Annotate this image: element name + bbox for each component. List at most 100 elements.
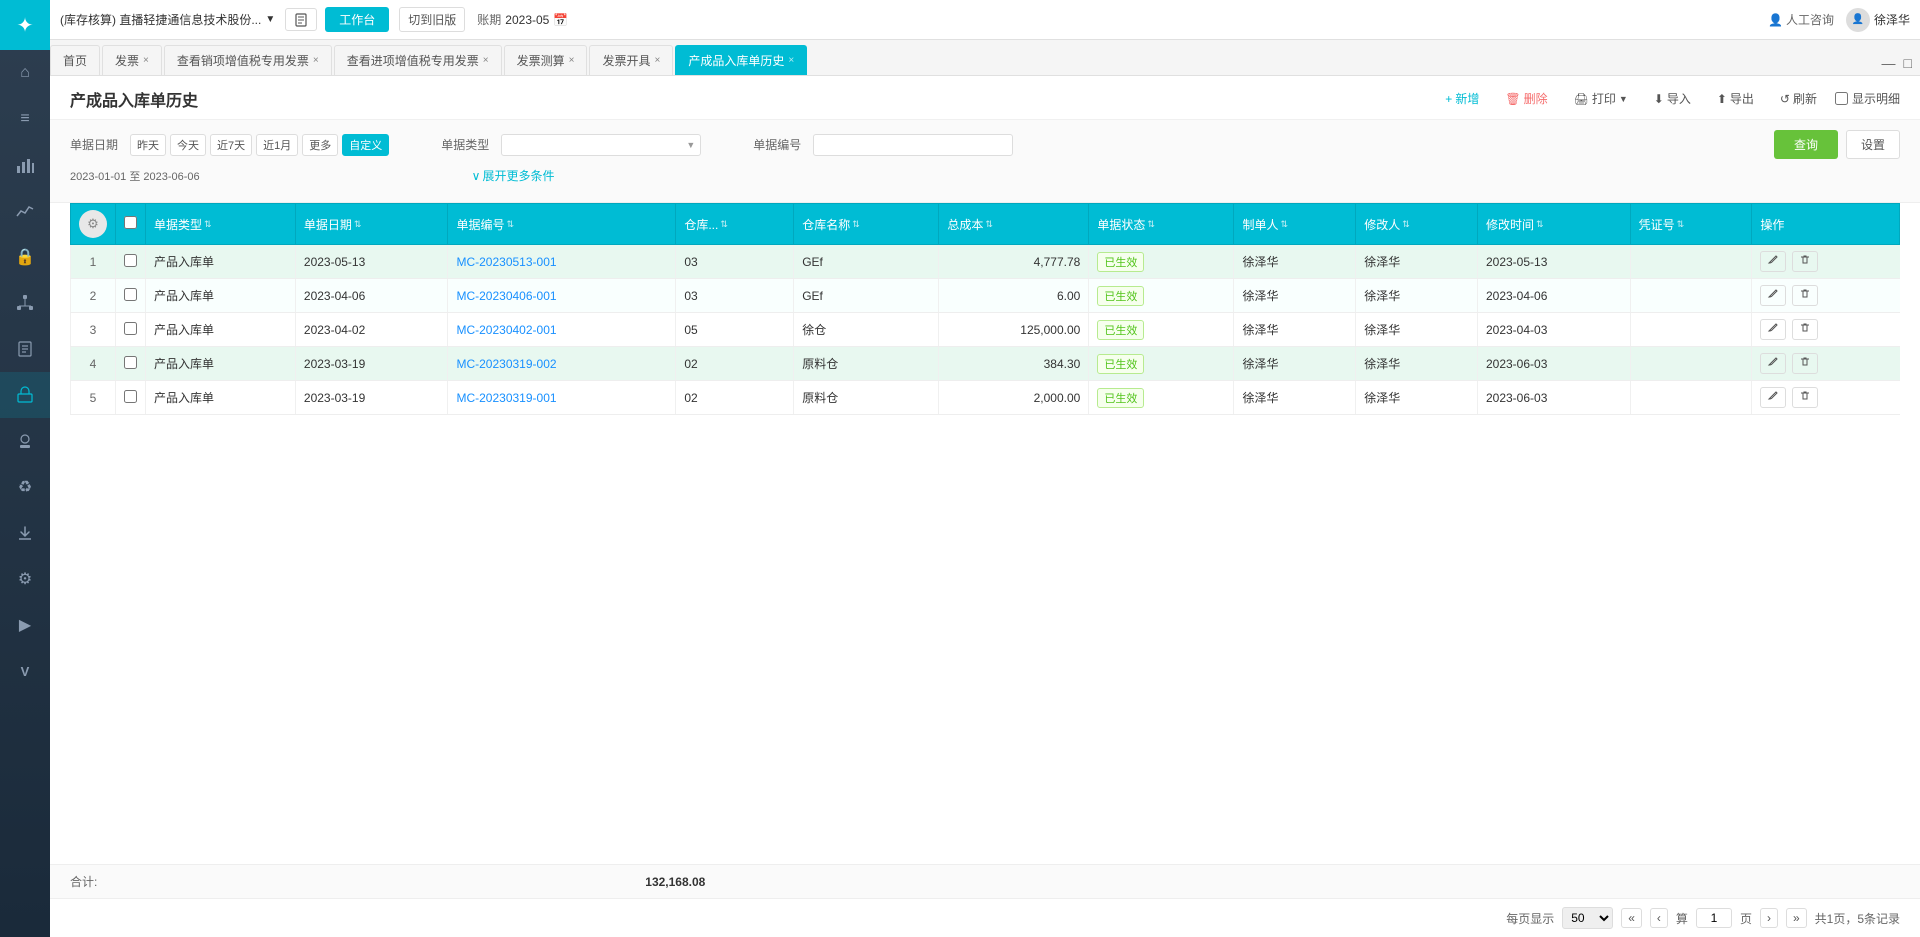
- row-checkbox[interactable]: [124, 288, 137, 301]
- tab-vat-purchase-close[interactable]: ×: [483, 55, 489, 66]
- row-checkbox[interactable]: [124, 356, 137, 369]
- tab-vat-sales[interactable]: 查看销项增值税专用发票 ×: [164, 45, 332, 75]
- refresh-button[interactable]: ↺ 刷新: [1772, 86, 1825, 111]
- import-button[interactable]: ⬇ 导入: [1646, 86, 1699, 111]
- row-edit-btn[interactable]: [1760, 251, 1786, 272]
- date-1month-btn[interactable]: 近1月: [256, 134, 298, 156]
- row-edit-btn[interactable]: [1760, 319, 1786, 340]
- per-page-select[interactable]: 50 100: [1562, 907, 1613, 929]
- tab-invoice-open[interactable]: 发票开具 ×: [589, 45, 673, 75]
- period-selector[interactable]: 账期 2023-05 📅: [477, 11, 568, 28]
- col-settings[interactable]: ⚙: [71, 204, 116, 245]
- row-checkbox-cell[interactable]: [116, 313, 146, 347]
- col-warehouse-name-sort[interactable]: 仓库名称 ⇅: [802, 216, 930, 233]
- prev-page-btn[interactable]: ‹: [1650, 908, 1668, 928]
- company-selector[interactable]: (库存核算) 直播轻捷通信息技术股份... ▼: [60, 11, 275, 28]
- new-button[interactable]: + 新增: [1437, 86, 1487, 111]
- col-modify-time-sort[interactable]: 修改时间 ⇅: [1486, 216, 1622, 233]
- sidebar-item-lock[interactable]: 🔒: [0, 234, 50, 280]
- num-filter-input[interactable]: [813, 134, 1013, 156]
- row-checkbox[interactable]: [124, 390, 137, 403]
- tab-product-inbound-close[interactable]: ×: [788, 55, 794, 66]
- sidebar-item-version[interactable]: V: [0, 648, 50, 694]
- row-checkbox-cell[interactable]: [116, 279, 146, 313]
- export-button[interactable]: ⬆ 导出: [1709, 86, 1762, 111]
- last-page-btn[interactable]: »: [1786, 908, 1807, 928]
- date-yesterday-btn[interactable]: 昨天: [130, 134, 166, 156]
- settings-gear-icon[interactable]: ⚙: [79, 210, 107, 238]
- col-status[interactable]: 单据状态 ⇅: [1089, 204, 1234, 245]
- tab-invoice-calc-close[interactable]: ×: [569, 55, 575, 66]
- sidebar-item-inventory[interactable]: [0, 372, 50, 418]
- tab-minimize-icon[interactable]: —: [1882, 55, 1896, 71]
- col-total-cost[interactable]: 总成本 ⇅: [939, 204, 1089, 245]
- col-num[interactable]: 单据编号 ⇅: [448, 204, 676, 245]
- show-detail-checkbox[interactable]: [1835, 92, 1848, 105]
- assistant-btn[interactable]: 👤 人工咨询: [1768, 11, 1834, 28]
- row-delete-btn[interactable]: [1792, 353, 1818, 374]
- col-type[interactable]: 单据类型 ⇅: [146, 204, 296, 245]
- row-edit-btn[interactable]: [1760, 387, 1786, 408]
- sidebar-item-home[interactable]: ⌂: [0, 50, 50, 96]
- doc-icon-btn[interactable]: [285, 8, 317, 31]
- date-today-btn[interactable]: 今天: [170, 134, 206, 156]
- sidebar-item-doc[interactable]: ≡: [0, 96, 50, 142]
- select-all-checkbox[interactable]: [124, 216, 137, 229]
- type-select[interactable]: [501, 134, 701, 156]
- row-checkbox[interactable]: [124, 254, 137, 267]
- sidebar-item-stamp[interactable]: [0, 418, 50, 464]
- row-edit-btn[interactable]: [1760, 353, 1786, 374]
- col-creator[interactable]: 制单人 ⇅: [1234, 204, 1356, 245]
- col-modifier[interactable]: 修改人 ⇅: [1356, 204, 1478, 245]
- query-button[interactable]: 查询: [1774, 130, 1838, 159]
- sidebar-item-task[interactable]: [0, 326, 50, 372]
- delete-button[interactable]: 🗑 删除: [1497, 86, 1555, 111]
- row-num-code[interactable]: MC-20230402-001: [448, 313, 676, 347]
- tab-maximize-icon[interactable]: □: [1904, 55, 1912, 71]
- tab-product-inbound[interactable]: 产成品入库单历史 ×: [675, 45, 807, 75]
- col-num-sort[interactable]: 单据编号 ⇅: [456, 216, 667, 233]
- row-delete-btn[interactable]: [1792, 251, 1818, 272]
- sidebar-item-analytics[interactable]: [0, 188, 50, 234]
- col-warehouse-code-sort[interactable]: 仓库... ⇅: [684, 216, 785, 233]
- col-total-cost-sort[interactable]: 总成本 ⇅: [947, 216, 1080, 233]
- tab-invoice[interactable]: 发票 ×: [102, 45, 162, 75]
- tab-invoice-close[interactable]: ×: [143, 55, 149, 66]
- row-checkbox-cell[interactable]: [116, 347, 146, 381]
- row-checkbox-cell[interactable]: [116, 381, 146, 415]
- col-warehouse-name[interactable]: 仓库名称 ⇅: [794, 204, 939, 245]
- col-creator-sort[interactable]: 制单人 ⇅: [1242, 216, 1347, 233]
- sidebar-item-download[interactable]: [0, 510, 50, 556]
- row-num-code[interactable]: MC-20230406-001: [448, 279, 676, 313]
- row-edit-btn[interactable]: [1760, 285, 1786, 306]
- tab-home[interactable]: 首页: [50, 45, 100, 75]
- row-checkbox[interactable]: [124, 322, 137, 335]
- row-delete-btn[interactable]: [1792, 319, 1818, 340]
- tab-invoice-calc[interactable]: 发票测算 ×: [504, 45, 588, 75]
- first-page-btn[interactable]: «: [1621, 908, 1642, 928]
- col-type-sort[interactable]: 单据类型 ⇅: [154, 216, 287, 233]
- row-num-code[interactable]: MC-20230513-001: [448, 245, 676, 279]
- next-page-btn[interactable]: ›: [1760, 908, 1778, 928]
- col-status-sort[interactable]: 单据状态 ⇅: [1097, 216, 1225, 233]
- col-modifier-sort[interactable]: 修改人 ⇅: [1364, 216, 1469, 233]
- sidebar-item-org[interactable]: [0, 280, 50, 326]
- tab-vat-sales-close[interactable]: ×: [313, 55, 319, 66]
- date-more-btn[interactable]: 更多: [302, 134, 338, 156]
- row-num-code[interactable]: MC-20230319-001: [448, 381, 676, 415]
- row-delete-btn[interactable]: [1792, 285, 1818, 306]
- tab-invoice-open-close[interactable]: ×: [654, 55, 660, 66]
- sidebar-item-recycle[interactable]: ♻: [0, 464, 50, 510]
- sidebar-item-play[interactable]: ▶: [0, 602, 50, 648]
- date-7days-btn[interactable]: 近7天: [210, 134, 252, 156]
- workbench-button[interactable]: 工作台: [325, 7, 389, 32]
- col-warehouse-code[interactable]: 仓库... ⇅: [676, 204, 794, 245]
- col-voucher-sort[interactable]: 凭证号 ⇅: [1639, 216, 1744, 233]
- current-page-input[interactable]: [1696, 908, 1732, 928]
- sidebar-item-chart[interactable]: [0, 142, 50, 188]
- col-date-sort[interactable]: 单据日期 ⇅: [304, 216, 440, 233]
- expand-more-btn[interactable]: ∨ 展开更多条件: [472, 167, 555, 184]
- row-num-code[interactable]: MC-20230319-002: [448, 347, 676, 381]
- print-button[interactable]: 🖨 打印 ▼: [1566, 86, 1636, 111]
- tab-vat-purchase[interactable]: 查看进项增值税专用发票 ×: [334, 45, 502, 75]
